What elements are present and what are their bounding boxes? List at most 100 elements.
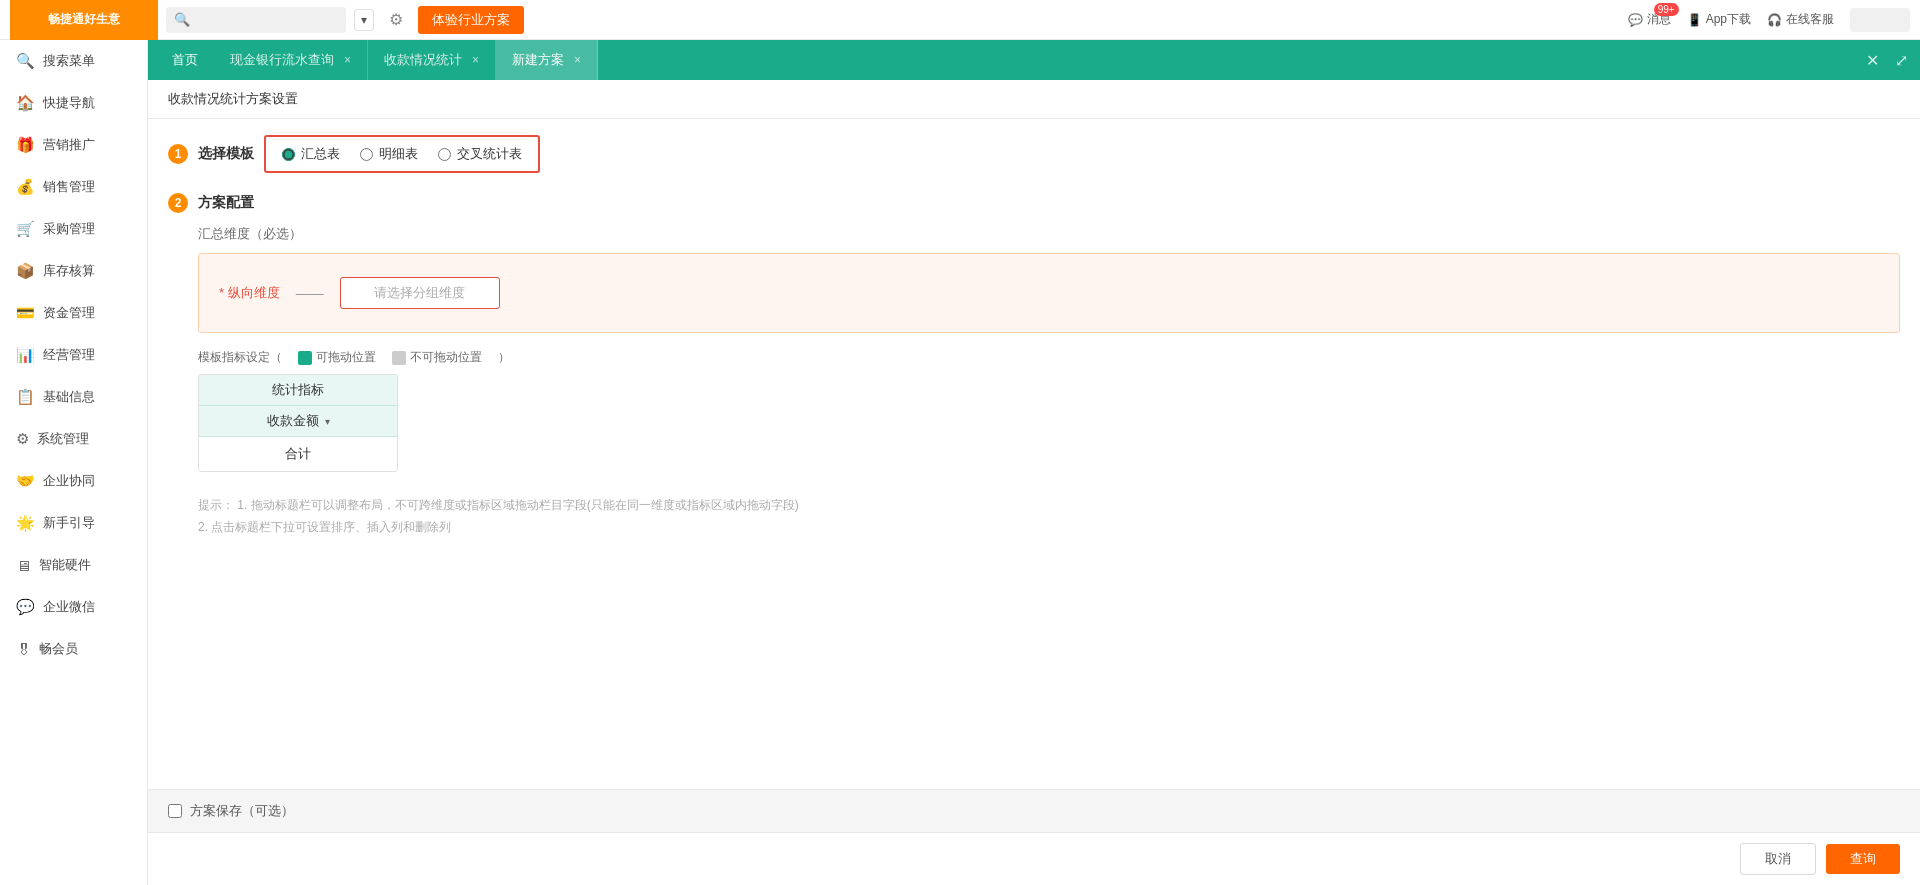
no-draggable-icon: [392, 351, 406, 365]
logo-text: 畅捷通好生意: [48, 11, 120, 28]
download-label: App下载: [1706, 11, 1751, 28]
template-options: 汇总表 明细表 交叉统计表: [264, 135, 540, 173]
sidebar-item-label: 采购管理: [43, 220, 95, 238]
money-icon: 💰: [16, 178, 35, 196]
download-button[interactable]: 📱 App下载: [1687, 11, 1751, 28]
card-icon: 💳: [16, 304, 35, 322]
dim-config: 汇总维度（必选） * 纵向维度 —— 请选择分组维度 模板指标设定（: [198, 225, 1900, 538]
handshake-icon: 🤝: [16, 472, 35, 490]
sidebar-item-inventory[interactable]: 📦 库存核算: [0, 250, 147, 292]
sidebar-item-label: 畅会员: [39, 640, 78, 658]
page-body: 1 选择模板 汇总表 明细表: [148, 119, 1920, 789]
sidebar-item-label: 系统管理: [37, 430, 89, 448]
download-icon: 📱: [1687, 13, 1702, 27]
radio-summary-label: 汇总表: [301, 145, 340, 163]
save-checkbox[interactable]: [168, 804, 182, 818]
sidebar-item-management[interactable]: 📊 经营管理: [0, 334, 147, 376]
step2-section: 2 方案配置 汇总维度（必选） * 纵向维度 —— 请选择分组维度: [168, 193, 1900, 538]
gift-icon: 🎁: [16, 136, 35, 154]
sidebar-item-home[interactable]: 🏠 快捷导航: [0, 82, 147, 124]
tab-cashflow-close[interactable]: ×: [344, 53, 351, 67]
collection-amount-header[interactable]: 收款金额 ▾: [199, 406, 397, 437]
tab-bar-right: ✕ ⤢: [1862, 47, 1912, 74]
headset-icon: 🎧: [1767, 13, 1782, 27]
sidebar-item-system[interactable]: ⚙ 系统管理: [0, 418, 147, 460]
search-icon: 🔍: [174, 12, 190, 27]
search-bar[interactable]: 🔍: [166, 7, 346, 33]
page-content: 收款情况统计方案设置 1 选择模板 汇总表: [148, 80, 1920, 832]
settings-button[interactable]: ⚙: [382, 6, 410, 34]
support-button[interactable]: 🎧 在线客服: [1767, 11, 1834, 28]
step1-title: 选择模板: [198, 145, 254, 163]
hint-1: 提示： 1. 拖动标题栏可以调整布局，不可跨维度或指标区域拖动栏目字段(只能在同…: [198, 495, 1900, 517]
tab-collection-label: 收款情况统计: [384, 51, 462, 69]
radio-cross[interactable]: 交叉统计表: [438, 145, 522, 163]
user-avatar[interactable]: [1850, 8, 1910, 32]
sidebar-item-sales[interactable]: 💰 销售管理: [0, 166, 147, 208]
trial-button[interactable]: 体验行业方案: [418, 6, 524, 34]
hint-1-text: 提示： 1. 拖动标题栏可以调整布局，不可跨维度或指标区域拖动栏目字段(只能在同…: [198, 495, 799, 517]
sidebar-item-basic-info[interactable]: 📋 基础信息: [0, 376, 147, 418]
close-window-icon[interactable]: ✕: [1862, 47, 1883, 74]
home-icon: 🏠: [16, 94, 35, 112]
sidebar-item-search[interactable]: 🔍 搜索菜单: [0, 40, 147, 82]
sidebar-item-label: 企业微信: [43, 598, 95, 616]
radio-summary[interactable]: 汇总表: [282, 145, 340, 163]
no-draggable-indicator: 不可拖动位置: [392, 349, 482, 366]
dimension-area: * 纵向维度 —— 请选择分组维度: [198, 253, 1900, 333]
monitor-icon: 🖥: [16, 557, 31, 574]
hint-2-text: 2. 点击标题栏下拉可设置排序、插入列和删除列: [198, 517, 451, 539]
radio-detail[interactable]: 明细表: [360, 145, 418, 163]
sidebar-item-hardware[interactable]: 🖥 智能硬件: [0, 544, 147, 586]
page-breadcrumb: 收款情况统计方案设置: [148, 80, 1920, 119]
notification-button[interactable]: 💬 消息 99+: [1628, 11, 1671, 28]
expand-icon[interactable]: ⤢: [1891, 47, 1912, 74]
radio-detail-label: 明细表: [379, 145, 418, 163]
sidebar: 🔍 搜索菜单 🏠 快捷导航 🎁 营销推广 💰 销售管理 🛒 采购管理 📦 库存核…: [0, 40, 148, 885]
tab-cashflow[interactable]: 现金银行流水查询 ×: [214, 40, 368, 80]
tab-new-plan-label: 新建方案: [512, 51, 564, 69]
sidebar-item-label: 基础信息: [43, 388, 95, 406]
radio-cross-label: 交叉统计表: [457, 145, 522, 163]
sidebar-item-wechat[interactable]: 💬 企业微信: [0, 586, 147, 628]
sidebar-item-label: 企业协同: [43, 472, 95, 490]
step2-row: 2 方案配置: [168, 193, 1900, 213]
tab-new-plan-close[interactable]: ×: [574, 53, 581, 67]
sidebar-item-vip[interactable]: 🎖 畅会员: [0, 628, 147, 670]
radio-summary-input[interactable]: [282, 148, 295, 161]
search-input[interactable]: [194, 13, 334, 27]
wechat-icon: 💬: [16, 598, 35, 616]
sidebar-item-collab[interactable]: 🤝 企业协同: [0, 460, 147, 502]
draggable-label: 可拖动位置: [316, 349, 376, 366]
tab-collection-close[interactable]: ×: [472, 53, 479, 67]
metrics-header-close: ）: [498, 349, 510, 366]
no-draggable-label: 不可拖动位置: [410, 349, 482, 366]
metrics-col-header[interactable]: 统计指标: [199, 375, 397, 406]
header-dropdown[interactable]: ▾: [354, 9, 374, 31]
tab-cashflow-label: 现金银行流水查询: [230, 51, 334, 69]
dim-select[interactable]: 请选择分组维度: [340, 277, 500, 309]
main-layout: 🔍 搜索菜单 🏠 快捷导航 🎁 营销推广 💰 销售管理 🛒 采购管理 📦 库存核…: [0, 40, 1920, 885]
metrics-section-title: 统计指标: [272, 382, 324, 397]
box-icon: 📦: [16, 262, 35, 280]
metrics-col-row: 收款金额 ▾: [199, 406, 397, 437]
metrics-total-cell: 合计: [199, 437, 397, 471]
sidebar-item-finance[interactable]: 💳 资金管理: [0, 292, 147, 334]
sidebar-item-label: 资金管理: [43, 304, 95, 322]
sidebar-item-label: 快捷导航: [43, 94, 95, 112]
sidebar-item-marketing[interactable]: 🎁 营销推广: [0, 124, 147, 166]
tab-home[interactable]: 首页: [156, 51, 214, 69]
tab-collection[interactable]: 收款情况统计 ×: [368, 40, 496, 80]
dim-arrow: ——: [296, 285, 324, 301]
support-label: 在线客服: [1786, 11, 1834, 28]
radio-detail-input[interactable]: [360, 148, 373, 161]
cancel-button[interactable]: 取消: [1740, 843, 1816, 875]
sidebar-item-guide[interactable]: 🌟 新手引导: [0, 502, 147, 544]
gear-icon: ⚙: [16, 430, 29, 448]
breadcrumb-text: 收款情况统计方案设置: [168, 91, 298, 106]
sidebar-item-label: 库存核算: [43, 262, 95, 280]
radio-cross-input[interactable]: [438, 148, 451, 161]
sidebar-item-purchase[interactable]: 🛒 采购管理: [0, 208, 147, 250]
query-button[interactable]: 查询: [1826, 844, 1900, 874]
tab-new-plan[interactable]: 新建方案 ×: [496, 40, 598, 80]
